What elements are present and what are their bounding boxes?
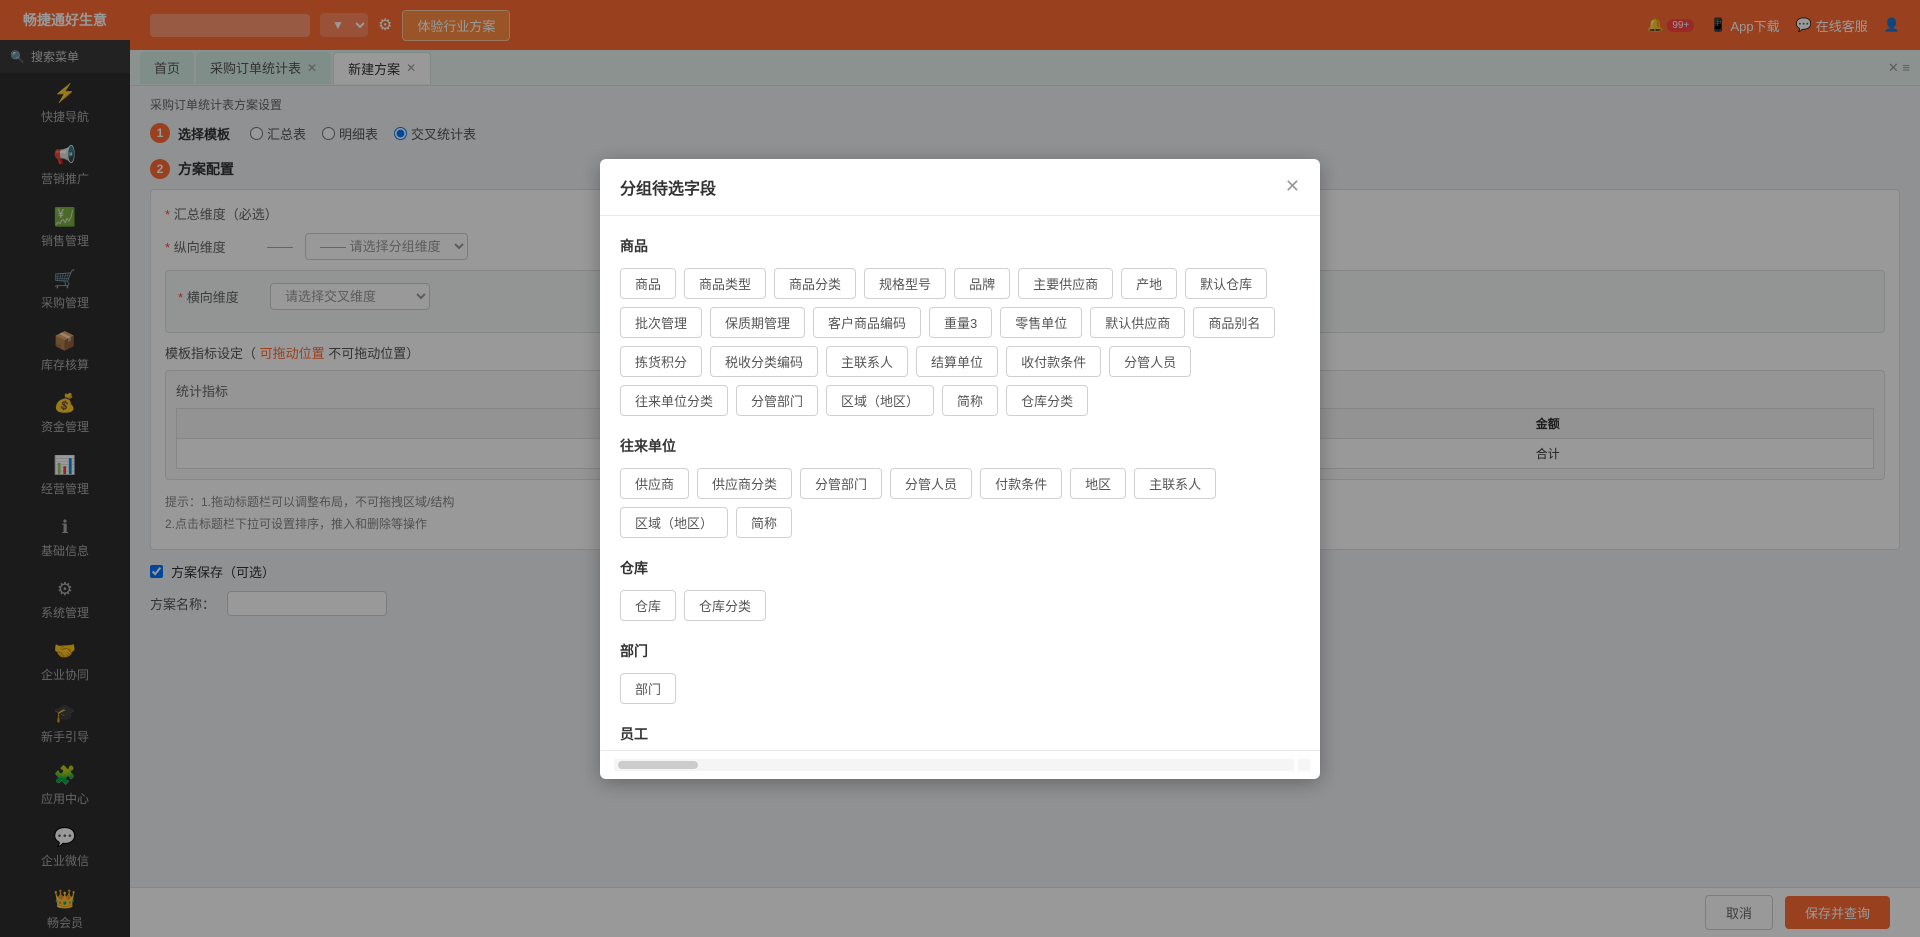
field-tags-0: 商品商品类型商品分类规格型号品牌主要供应商产地默认仓库批次管理保质期管理客户商品… <box>620 268 1300 416</box>
h-scroll-thumb <box>618 761 698 769</box>
field-tag-0-15[interactable]: 拣货积分 <box>620 346 702 377</box>
field-tag-0-2[interactable]: 商品分类 <box>774 268 856 299</box>
field-tag-0-10[interactable]: 客户商品编码 <box>813 307 921 338</box>
field-group-2: 仓库仓库仓库分类 <box>620 558 1300 621</box>
field-tag-1-0[interactable]: 供应商 <box>620 468 689 499</box>
field-tags-1: 供应商供应商分类分管部门分管人员付款条件地区主联系人区域（地区） 简称 <box>620 468 1300 538</box>
field-tag-0-8[interactable]: 批次管理 <box>620 307 702 338</box>
modal-body: 商品商品商品类型商品分类规格型号品牌主要供应商产地默认仓库批次管理保质期管理客户… <box>600 216 1320 750</box>
field-tag-0-13[interactable]: 默认供应商 <box>1090 307 1185 338</box>
field-tag-0-23[interactable]: 区域（地区） <box>826 385 934 416</box>
field-tag-0-24[interactable]: 简称 <box>942 385 998 416</box>
horizontal-scrollbar[interactable] <box>614 759 1294 771</box>
field-group-3: 部门部门 <box>620 641 1300 704</box>
field-tag-0-9[interactable]: 保质期管理 <box>710 307 805 338</box>
field-tag-0-1[interactable]: 商品类型 <box>684 268 766 299</box>
field-tag-1-2[interactable]: 分管部门 <box>800 468 882 499</box>
field-tag-0-20[interactable]: 分管人员 <box>1109 346 1191 377</box>
scrollbar-corner <box>1298 759 1310 771</box>
field-group-title-0: 商品 <box>620 236 1300 256</box>
field-tag-1-1[interactable]: 供应商分类 <box>697 468 792 499</box>
modal-bottom <box>600 750 1320 779</box>
field-tag-1-4[interactable]: 付款条件 <box>980 468 1062 499</box>
modal-header: 分组待选字段 ✕ <box>600 159 1320 216</box>
field-select-modal: 分组待选字段 ✕ 商品商品商品类型商品分类规格型号品牌主要供应商产地默认仓库批次… <box>600 159 1320 779</box>
modal-overlay: 分组待选字段 ✕ 商品商品商品类型商品分类规格型号品牌主要供应商产地默认仓库批次… <box>0 0 1920 937</box>
field-tag-0-25[interactable]: 仓库分类 <box>1006 385 1088 416</box>
field-tag-1-6[interactable]: 主联系人 <box>1134 468 1216 499</box>
modal-title: 分组待选字段 <box>620 175 716 199</box>
field-tag-0-16[interactable]: 税收分类编码 <box>710 346 818 377</box>
field-tag-0-0[interactable]: 商品 <box>620 268 676 299</box>
field-group-4: 员工业务员 <box>620 724 1300 750</box>
field-tag-0-21[interactable]: 往来单位分类 <box>620 385 728 416</box>
field-tag-3-0[interactable]: 部门 <box>620 673 676 704</box>
field-tags-2: 仓库仓库分类 <box>620 590 1300 621</box>
field-tag-0-12[interactable]: 零售单位 <box>1000 307 1082 338</box>
field-tag-1-7[interactable]: 区域（地区） <box>620 507 728 538</box>
field-group-0: 商品商品商品类型商品分类规格型号品牌主要供应商产地默认仓库批次管理保质期管理客户… <box>620 236 1300 416</box>
field-tag-2-1[interactable]: 仓库分类 <box>684 590 766 621</box>
field-tag-0-22[interactable]: 分管部门 <box>736 385 818 416</box>
field-tag-0-17[interactable]: 主联系人 <box>826 346 908 377</box>
field-tag-0-19[interactable]: 收付款条件 <box>1006 346 1101 377</box>
field-tag-0-18[interactable]: 结算单位 <box>916 346 998 377</box>
modal-close-btn[interactable]: ✕ <box>1285 176 1300 197</box>
field-tags-3: 部门 <box>620 673 1300 704</box>
field-group-1: 往来单位供应商供应商分类分管部门分管人员付款条件地区主联系人区域（地区） 简称 <box>620 436 1300 538</box>
field-tag-0-3[interactable]: 规格型号 <box>864 268 946 299</box>
field-group-title-2: 仓库 <box>620 558 1300 578</box>
field-tag-0-7[interactable]: 默认仓库 <box>1185 268 1267 299</box>
field-tag-0-14[interactable]: 商品别名 <box>1193 307 1275 338</box>
field-tag-1-8[interactable]: 简称 <box>736 507 792 538</box>
field-tag-0-6[interactable]: 产地 <box>1121 268 1177 299</box>
field-group-title-3: 部门 <box>620 641 1300 661</box>
field-group-title-4: 员工 <box>620 724 1300 744</box>
field-tag-0-5[interactable]: 主要供应商 <box>1018 268 1113 299</box>
field-tag-1-3[interactable]: 分管人员 <box>890 468 972 499</box>
field-tag-0-11[interactable]: 重量3 <box>929 307 992 338</box>
field-tag-1-5[interactable]: 地区 <box>1070 468 1126 499</box>
field-tag-0-4[interactable]: 品牌 <box>954 268 1010 299</box>
field-tag-2-0[interactable]: 仓库 <box>620 590 676 621</box>
field-group-title-1: 往来单位 <box>620 436 1300 456</box>
